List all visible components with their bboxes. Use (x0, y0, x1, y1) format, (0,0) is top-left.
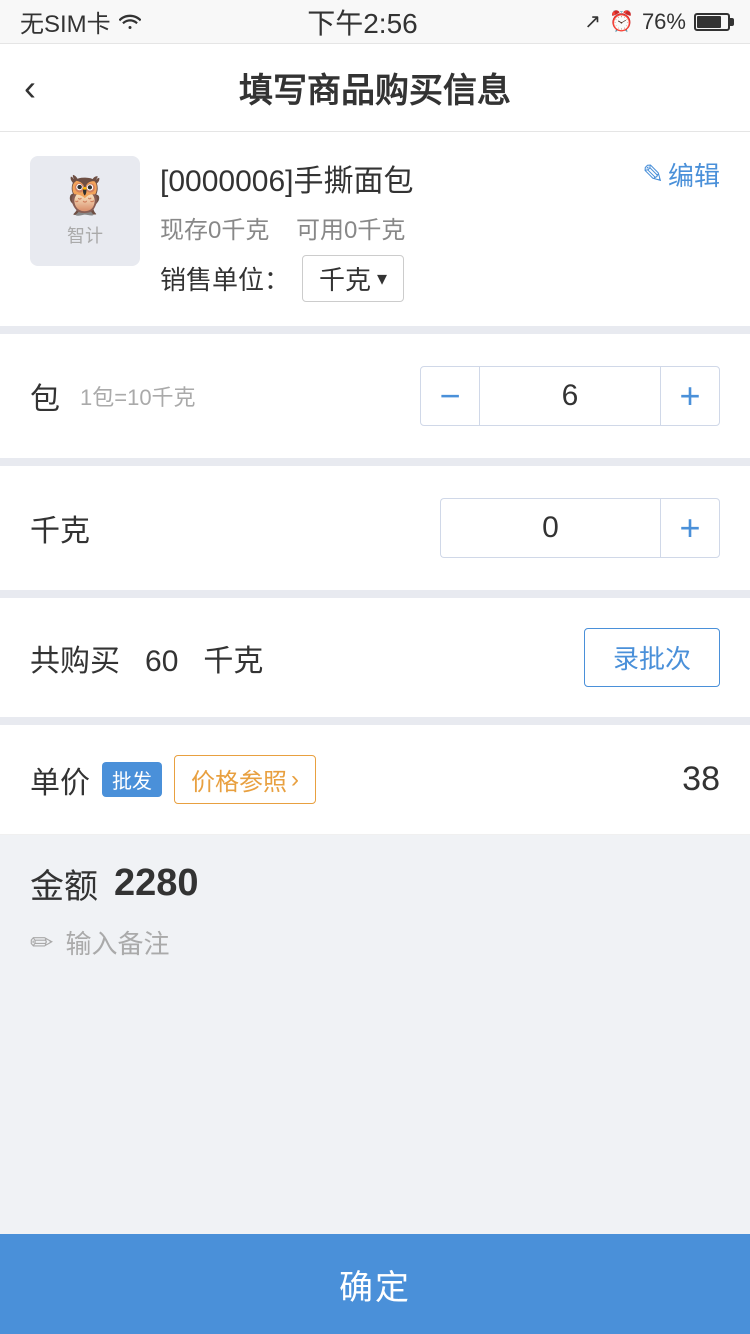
content-area (0, 981, 750, 1261)
kg-input-section: 千克 + (0, 466, 750, 598)
product-name: [0000006]手撕面包 (160, 156, 413, 200)
bao-input[interactable] (480, 366, 660, 426)
summary-prefix: 共购买 (30, 645, 120, 678)
status-left: 无SIM卡 (20, 4, 141, 39)
summary-text: 共购买 60 千克 (30, 636, 263, 680)
product-thumbnail: 🦉 智计 (30, 156, 140, 266)
location-icon: ↗ (584, 9, 601, 34)
product-thumb-icon: 🦉 (61, 174, 108, 218)
battery-icon (694, 13, 730, 31)
amount-value: 2280 (114, 862, 199, 905)
price-value: 38 (682, 760, 720, 799)
batch-button[interactable]: 录批次 (584, 628, 720, 687)
kg-qty-control: + (440, 498, 720, 558)
remark-row[interactable]: ✏ 输入备注 (30, 924, 720, 981)
edit-icon: ✎ (642, 159, 664, 190)
stock-label: 现存0千克 (160, 217, 269, 244)
kg-input-row: 千克 + (30, 466, 720, 590)
carrier-label: 无SIM卡 (20, 4, 111, 39)
status-time: 下午2:56 (307, 2, 418, 42)
available-label: 可用0千克 (296, 217, 405, 244)
bao-qty-control: − + (420, 366, 720, 426)
bao-plus-button[interactable]: + (660, 366, 720, 426)
product-stock: 现存0千克 可用0千克 (160, 210, 720, 245)
remark-placeholder: 输入备注 (65, 924, 169, 961)
pencil-icon: ✏ (30, 926, 53, 959)
status-bar: 无SIM卡 下午2:56 ↗ ⏰ 76% (0, 0, 750, 44)
unit-dropdown-icon: ▾ (377, 266, 387, 291)
bao-label: 包 1包=10千克 (30, 374, 196, 418)
page-title: 填写商品购买信息 (239, 63, 511, 112)
product-info: [0000006]手撕面包 ✎ 编辑 现存0千克 可用0千克 销售单位： 千克 … (160, 156, 720, 302)
summary-unit: 千克 (203, 645, 263, 678)
kg-plus-button[interactable]: + (660, 498, 720, 558)
bao-label-text: 包 (30, 374, 60, 418)
status-right: ↗ ⏰ 76% (584, 9, 730, 35)
kg-input[interactable] (440, 498, 660, 558)
price-left: 单价 批发 价格参照 › (30, 755, 316, 804)
alarm-icon: ⏰ (609, 9, 634, 34)
price-section: 单价 批发 价格参照 › 38 (0, 725, 750, 835)
bao-input-section: 包 1包=10千克 − + (0, 334, 750, 466)
unit-prefix-label: 销售单位： (160, 260, 290, 297)
price-ref-button[interactable]: 价格参照 › (174, 755, 316, 804)
amount-row: 金额 2280 (30, 859, 720, 908)
edit-button[interactable]: ✎ 编辑 (642, 156, 720, 193)
kg-label: 千克 (30, 506, 90, 550)
kg-label-text: 千克 (30, 506, 90, 550)
wifi-icon (119, 8, 141, 36)
amount-section: 金额 2280 ✏ 输入备注 (0, 835, 750, 981)
summary-section: 共购买 60 千克 录批次 (0, 598, 750, 725)
bao-hint: 1包=10千克 (80, 380, 196, 412)
amount-label: 金额 (30, 859, 98, 908)
battery-percent: 76% (642, 9, 686, 35)
thumb-label: 智计 (67, 222, 103, 248)
summary-amount: 60 (145, 645, 178, 678)
nav-bar: ‹ 填写商品购买信息 (0, 44, 750, 132)
product-card: 🦉 智计 [0000006]手撕面包 ✎ 编辑 现存0千克 可用0千克 销售单位… (0, 132, 750, 334)
product-unit-row: 销售单位： 千克 ▾ (160, 255, 720, 302)
batch-tag: 批发 (102, 762, 162, 797)
bao-minus-button[interactable]: − (420, 366, 480, 426)
price-ref-arrow: › (291, 766, 299, 794)
back-button[interactable]: ‹ (24, 67, 36, 109)
unit-value: 千克 (319, 260, 371, 297)
bao-input-row: 包 1包=10千克 − + (30, 334, 720, 458)
price-label: 单价 (30, 758, 90, 802)
price-ref-label: 价格参照 (191, 762, 287, 797)
unit-select[interactable]: 千克 ▾ (302, 255, 404, 302)
confirm-button[interactable]: 确定 (0, 1234, 750, 1334)
